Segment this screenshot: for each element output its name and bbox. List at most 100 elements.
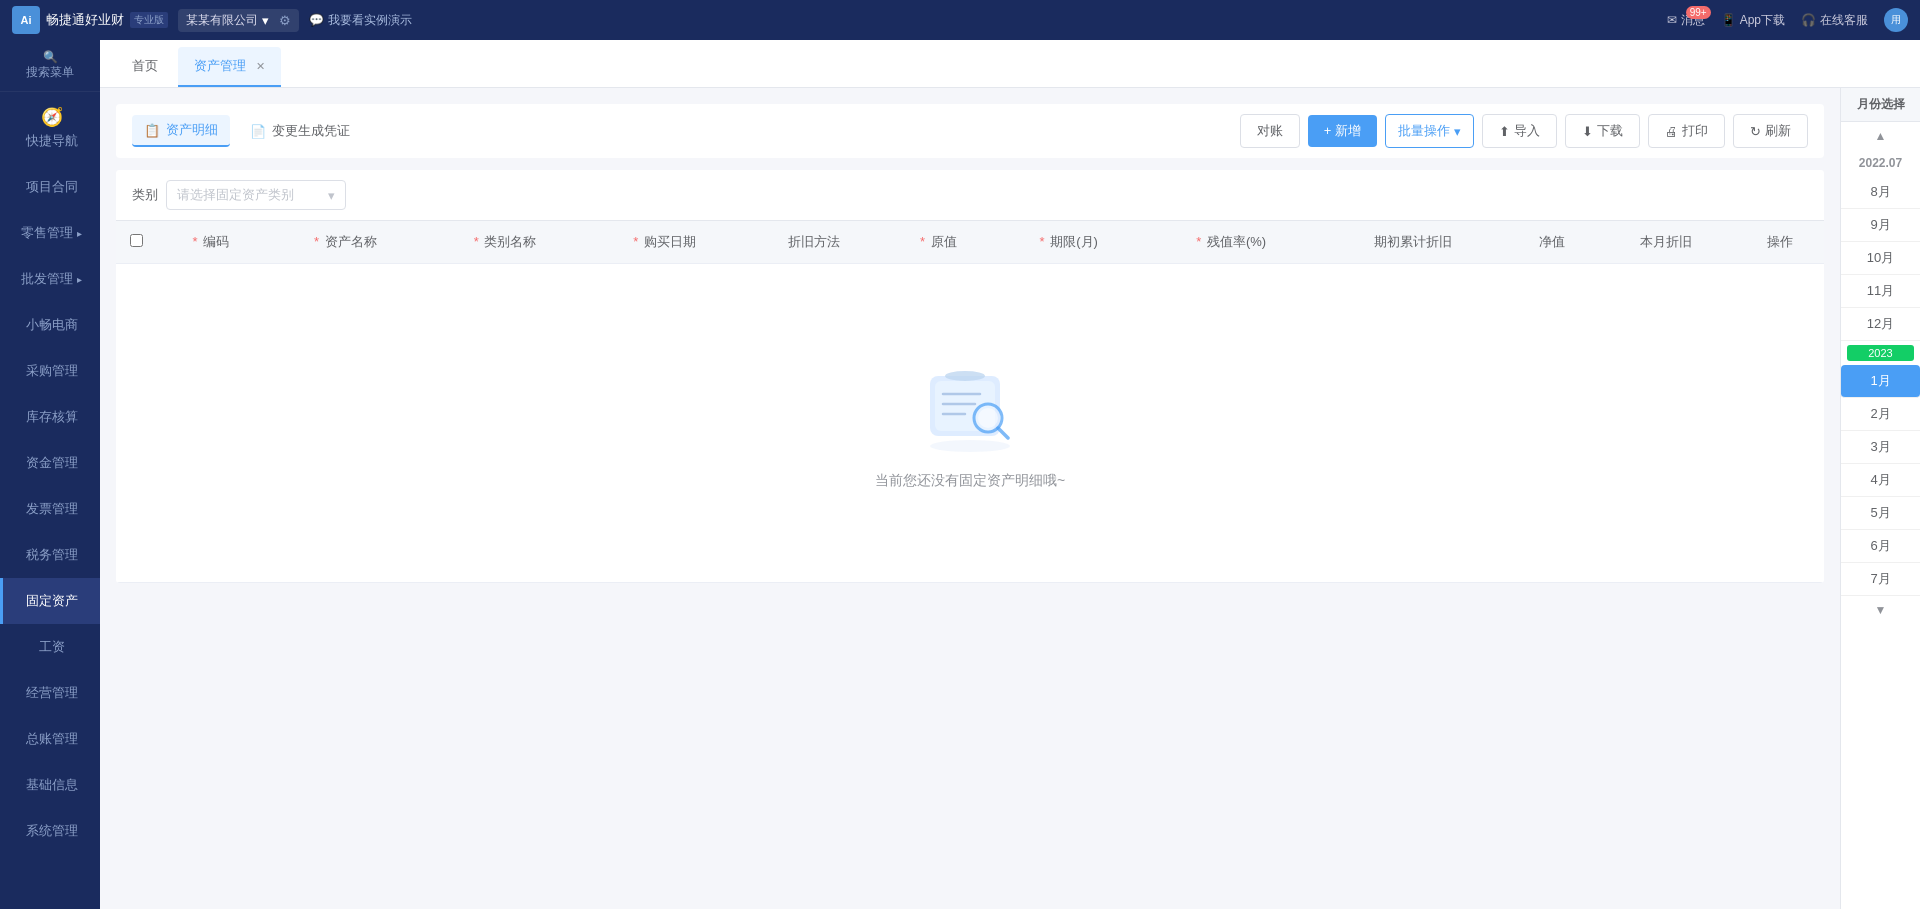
svg-line-9 bbox=[998, 428, 1008, 438]
user-avatar[interactable]: 用 bbox=[1884, 8, 1908, 32]
month-12-2022[interactable]: 12月 bbox=[1841, 308, 1920, 341]
month-2-2023[interactable]: 2月 bbox=[1841, 398, 1920, 431]
month-6-2023[interactable]: 6月 bbox=[1841, 530, 1920, 563]
app-download-button[interactable]: 📱 App下载 bbox=[1721, 12, 1785, 29]
sidebar-item-wholesale-management[interactable]: 批发管理 ▸ bbox=[0, 256, 100, 302]
month-nav-down-btn[interactable]: ▼ bbox=[1871, 600, 1891, 620]
sidebar-item-purchase-management[interactable]: 采购管理 bbox=[0, 348, 100, 394]
sidebar-item-project-contract[interactable]: 项目合同 bbox=[0, 164, 100, 210]
svg-point-6 bbox=[945, 371, 985, 381]
main-layout: 🔍 搜索菜单 🧭 快捷导航 项目合同 零售管理 ▸ 批发管理 ▸ 小畅电商 采购… bbox=[0, 40, 1920, 909]
download-icon: ⬇ bbox=[1582, 124, 1593, 139]
th-purchase-date: * 购买日期 bbox=[585, 221, 745, 264]
th-original-value: * 原值 bbox=[884, 221, 993, 264]
empty-state: 当前您还没有固定资产明细哦~ bbox=[126, 276, 1814, 570]
sidebar-item-invoice[interactable]: 发票管理 bbox=[0, 486, 100, 532]
sidebar: 🔍 搜索菜单 🧭 快捷导航 项目合同 零售管理 ▸ 批发管理 ▸ 小畅电商 采购… bbox=[0, 40, 100, 909]
chat-icon: 💬 bbox=[309, 13, 324, 27]
change-voucher-icon: 📄 bbox=[250, 124, 266, 139]
page-container: 📋 资产明细 📄 变更生成凭证 对账 + 新增 批量操 bbox=[100, 88, 1920, 909]
category-select[interactable]: 请选择固定资产类别 ▾ bbox=[166, 180, 346, 210]
message-badge: 99+ bbox=[1686, 6, 1711, 19]
print-button[interactable]: 🖨 打印 bbox=[1648, 114, 1725, 148]
month-9-2022[interactable]: 9月 bbox=[1841, 209, 1920, 242]
company-selector[interactable]: 某某有限公司 ▾ ⚙ bbox=[178, 9, 299, 32]
import-button[interactable]: ⬆ 导入 bbox=[1482, 114, 1557, 148]
add-button[interactable]: + 新增 bbox=[1308, 115, 1377, 147]
table-head: * 编码 * 资产名称 * 类别名称 bbox=[116, 221, 1824, 264]
compass-icon: 🧭 bbox=[11, 106, 92, 128]
select-all-checkbox[interactable] bbox=[130, 234, 143, 247]
th-code: * 编码 bbox=[156, 221, 265, 264]
sidebar-item-basic-info[interactable]: 基础信息 bbox=[0, 762, 100, 808]
sub-tab-asset-detail[interactable]: 📋 资产明细 bbox=[132, 115, 230, 147]
refresh-button[interactable]: ↻ 刷新 bbox=[1733, 114, 1808, 148]
sidebar-item-retail-management[interactable]: 零售管理 ▸ bbox=[0, 210, 100, 256]
month-11-2022[interactable]: 11月 bbox=[1841, 275, 1920, 308]
tab-bar: 首页 资产管理 ✕ bbox=[100, 40, 1920, 88]
sidebar-item-inventory[interactable]: 库存核算 bbox=[0, 394, 100, 440]
message-icon: ✉ bbox=[1667, 13, 1677, 27]
th-net-value: 净值 bbox=[1507, 221, 1596, 264]
chevron-down-icon: ▾ bbox=[262, 13, 269, 28]
empty-text: 当前您还没有固定资产明细哦~ bbox=[875, 472, 1065, 490]
th-category-name: * 类别名称 bbox=[425, 221, 585, 264]
sidebar-item-operations[interactable]: 经营管理 bbox=[0, 670, 100, 716]
sidebar-item-tax[interactable]: 税务管理 bbox=[0, 532, 100, 578]
sidebar-item-salary[interactable]: 工资 bbox=[0, 624, 100, 670]
month-3-2023[interactable]: 3月 bbox=[1841, 431, 1920, 464]
month-1-2023[interactable]: 1月 bbox=[1841, 365, 1920, 398]
th-monthly-depreciation: 本月折旧 bbox=[1596, 221, 1735, 264]
category-label: 类别 bbox=[132, 186, 158, 204]
empty-illustration bbox=[910, 356, 1030, 456]
month-4-2023[interactable]: 4月 bbox=[1841, 464, 1920, 497]
svg-point-0 bbox=[930, 440, 1010, 452]
month-panel-header: 月份选择 bbox=[1841, 88, 1920, 122]
th-depreciation-method: 折旧方法 bbox=[745, 221, 884, 264]
sidebar-item-ecommerce[interactable]: 小畅电商 bbox=[0, 302, 100, 348]
sidebar-item-fixed-assets[interactable]: 固定资产 bbox=[0, 578, 100, 624]
tab-asset-management[interactable]: 资产管理 ✕ bbox=[178, 47, 281, 87]
month-8-2022[interactable]: 8月 bbox=[1841, 176, 1920, 209]
sidebar-item-system[interactable]: 系统管理 bbox=[0, 808, 100, 854]
download-button[interactable]: ⬇ 下载 bbox=[1565, 114, 1640, 148]
table-container: * 编码 * 资产名称 * 类别名称 bbox=[116, 221, 1824, 583]
month-7-2023[interactable]: 7月 bbox=[1841, 563, 1920, 596]
asset-table: * 编码 * 资产名称 * 类别名称 bbox=[116, 221, 1824, 583]
th-asset-name: * 资产名称 bbox=[265, 221, 425, 264]
month-10-2022[interactable]: 10月 bbox=[1841, 242, 1920, 275]
chevron-right-icon: ▸ bbox=[77, 228, 82, 239]
online-service-button[interactable]: 🎧 在线客服 bbox=[1801, 12, 1868, 29]
batch-operation-button[interactable]: 批量操作 ▾ bbox=[1385, 114, 1474, 148]
import-icon: ⬆ bbox=[1499, 124, 1510, 139]
sidebar-item-finance[interactable]: 资金管理 bbox=[0, 440, 100, 486]
asset-detail-icon: 📋 bbox=[144, 123, 160, 138]
th-period: * 期限(月) bbox=[993, 221, 1144, 264]
month-nav-up-btn[interactable]: ▲ bbox=[1871, 126, 1891, 146]
sidebar-item-general-ledger[interactable]: 总账管理 bbox=[0, 716, 100, 762]
month-nav-up: ▲ bbox=[1841, 122, 1920, 150]
chevron-down-icon: ▾ bbox=[1454, 124, 1461, 139]
brand-logo: Ai bbox=[12, 6, 40, 34]
sidebar-item-quick-nav[interactable]: 🧭 快捷导航 bbox=[0, 92, 100, 164]
th-residual-rate: * 残值率(%) bbox=[1144, 221, 1318, 264]
brand-edition: 专业版 bbox=[130, 12, 168, 28]
month-5-2023[interactable]: 5月 bbox=[1841, 497, 1920, 530]
select-arrow-icon: ▾ bbox=[328, 188, 335, 203]
sub-tab-change-voucher[interactable]: 📄 变更生成凭证 bbox=[238, 116, 362, 146]
reconcile-button[interactable]: 对账 bbox=[1240, 114, 1300, 148]
tab-home[interactable]: 首页 bbox=[116, 47, 174, 87]
brand: Ai 畅捷通好业财 专业版 bbox=[12, 6, 168, 34]
search-menu-item[interactable]: 🔍 搜索菜单 bbox=[0, 40, 100, 92]
month-panel: 月份选择 ▲ 2022.07 8月 9月 10月 11月 12月 2023 1月… bbox=[1840, 88, 1920, 909]
year-badge-2023: 2023 bbox=[1847, 345, 1914, 361]
settings-icon[interactable]: ⚙ bbox=[279, 13, 291, 28]
top-bar-right: ✉ 消息 99+ 📱 App下载 🎧 在线客服 用 bbox=[1667, 8, 1908, 32]
print-icon: 🖨 bbox=[1665, 124, 1678, 139]
demo-link[interactable]: 💬 我要看实例演示 bbox=[309, 12, 412, 29]
page-main: 📋 资产明细 📄 变更生成凭证 对账 + 新增 批量操 bbox=[100, 88, 1840, 909]
year-2022: 2022.07 bbox=[1841, 150, 1920, 176]
tab-close-icon[interactable]: ✕ bbox=[256, 60, 265, 72]
filter-row: 类别 请选择固定资产类别 ▾ bbox=[116, 170, 1824, 221]
message-button[interactable]: ✉ 消息 99+ bbox=[1667, 12, 1705, 29]
